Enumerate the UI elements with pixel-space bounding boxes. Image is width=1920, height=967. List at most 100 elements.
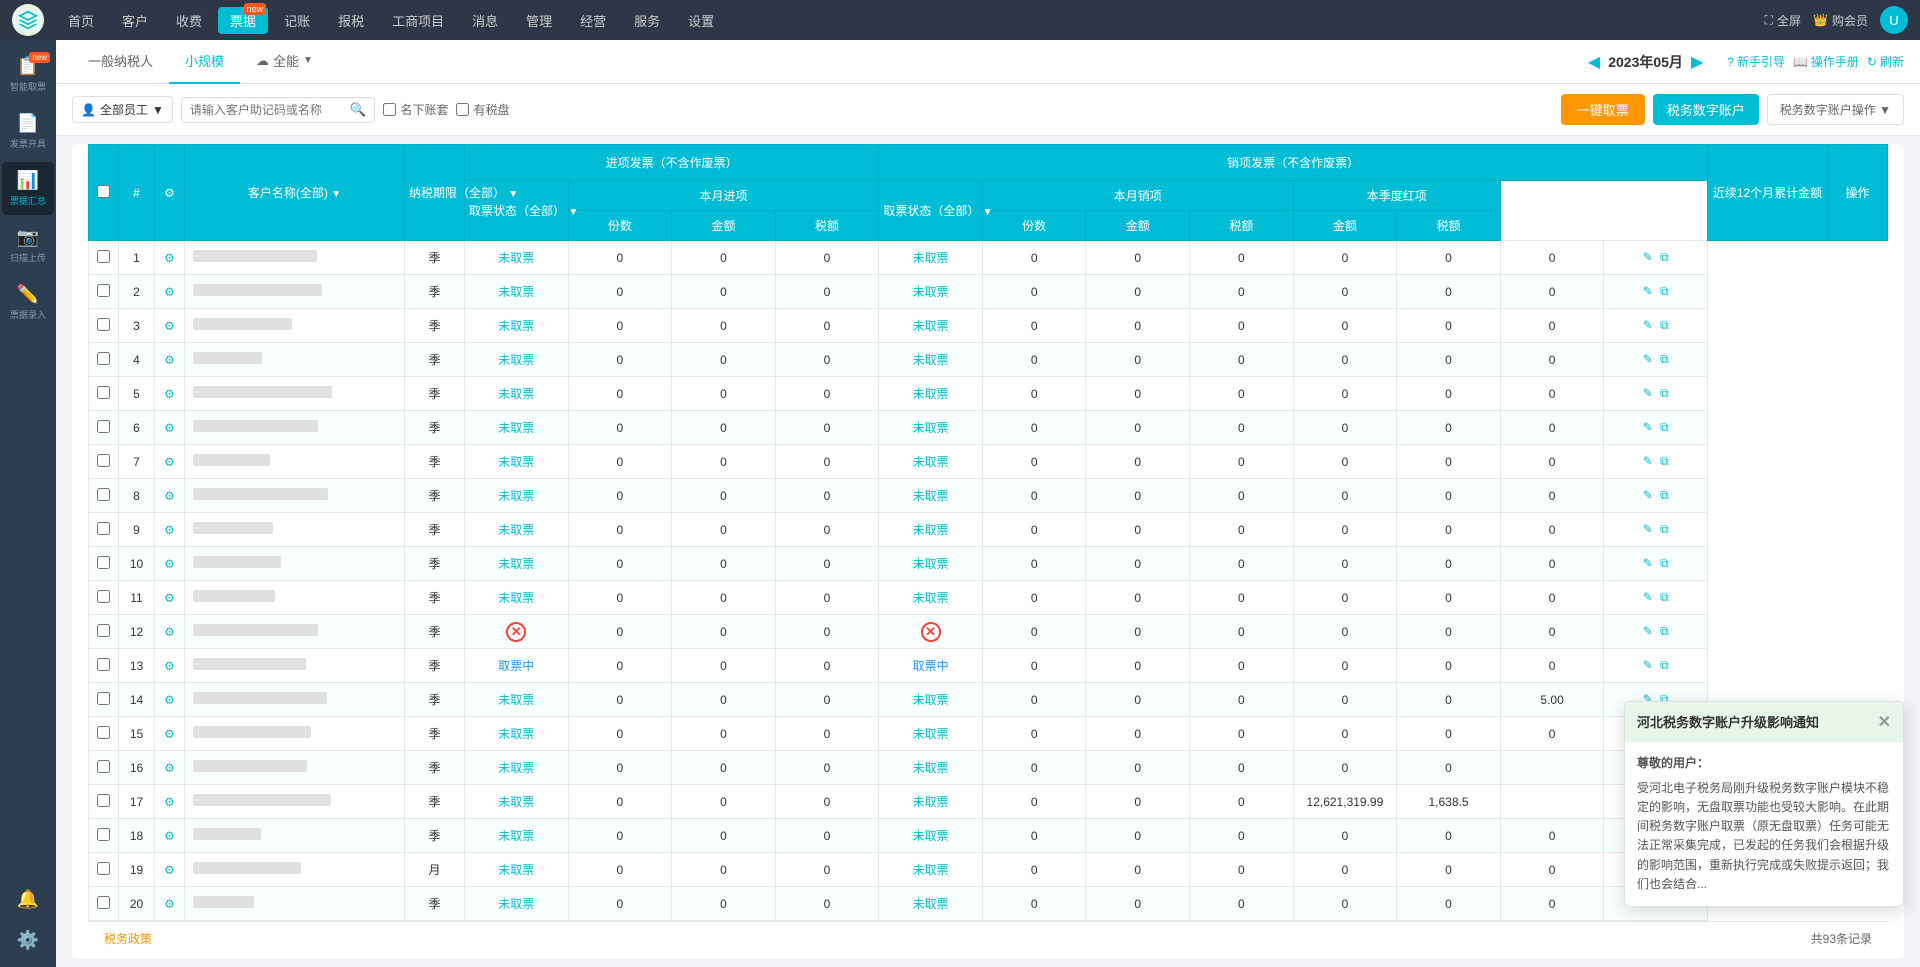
notification-close-btn[interactable]: ✕ <box>1878 712 1891 732</box>
copy-btn[interactable]: ⧉ <box>1660 318 1669 332</box>
tax-policy-link[interactable]: 税务政策 <box>104 930 152 947</box>
row-settings-icon[interactable]: ⚙ <box>155 275 185 309</box>
copy-btn[interactable]: ⧉ <box>1660 454 1669 468</box>
tab-small-scale[interactable]: 小规模 <box>169 40 240 84</box>
row-checkbox[interactable] <box>97 590 110 603</box>
copy-btn[interactable]: ⧉ <box>1660 420 1669 434</box>
copy-btn[interactable]: ⧉ <box>1660 624 1669 638</box>
fullscreen-btn[interactable]: ⛶ 全屏 <box>1765 12 1801 29</box>
row-checkbox[interactable] <box>97 318 110 331</box>
row-checkbox[interactable] <box>97 658 110 671</box>
row-checkbox[interactable] <box>97 624 110 637</box>
row-settings-icon[interactable]: ⚙ <box>155 479 185 513</box>
edit-btn[interactable]: ✎ <box>1643 658 1653 672</box>
copy-btn[interactable]: ⧉ <box>1660 352 1669 366</box>
row-settings-icon[interactable]: ⚙ <box>155 785 185 819</box>
edit-btn[interactable]: ✎ <box>1643 420 1653 434</box>
checkbox-sub-account[interactable]: 名下账套 <box>383 101 448 118</box>
row-checkbox[interactable] <box>97 794 110 807</box>
row-settings-icon[interactable]: ⚙ <box>155 377 185 411</box>
staff-select[interactable]: 👤 全部员工 ▼ <box>72 96 173 123</box>
tax-digital-ops-btn[interactable]: 税务数字账户操作 ▼ <box>1767 94 1904 125</box>
row-checkbox[interactable] <box>97 726 110 739</box>
sidebar-item-settings[interactable]: ⚙️ <box>2 922 54 959</box>
nav-item-settings[interactable]: 设置 <box>676 7 726 34</box>
sidebar-item-invoice-issue[interactable]: 📄 发票开具 <box>2 105 54 158</box>
search-btn[interactable]: 🔍 <box>350 102 367 118</box>
edit-btn[interactable]: ✎ <box>1643 556 1653 570</box>
row-checkbox[interactable] <box>97 862 110 875</box>
tab-general-taxpayer[interactable]: 一般纳税人 <box>72 40 169 84</box>
nav-item-manage[interactable]: 管理 <box>514 7 564 34</box>
edit-btn[interactable]: ✎ <box>1643 454 1653 468</box>
avatar[interactable]: U <box>1880 6 1908 34</box>
tab-all-in-one[interactable]: ☁ 全能 ▼ <box>240 40 329 84</box>
copy-btn[interactable]: ⧉ <box>1660 658 1669 672</box>
checkbox-tax-disk-input[interactable] <box>456 103 469 116</box>
col-period[interactable]: 纳税期限（全部） ▼ <box>405 145 465 241</box>
row-settings-icon[interactable]: ⚙ <box>155 343 185 377</box>
nav-item-business[interactable]: 工商项目 <box>380 7 456 34</box>
row-settings-icon[interactable]: ⚙ <box>155 717 185 751</box>
edit-btn[interactable]: ✎ <box>1643 352 1653 366</box>
sidebar-item-invoice-summary[interactable]: 📊 票据汇总 <box>2 162 54 215</box>
row-checkbox[interactable] <box>97 556 110 569</box>
row-checkbox[interactable] <box>97 760 110 773</box>
row-settings-icon[interactable]: ⚙ <box>155 241 185 275</box>
checkbox-tax-disk[interactable]: 有税盘 <box>456 101 509 118</box>
nav-item-message[interactable]: 消息 <box>460 7 510 34</box>
row-checkbox[interactable] <box>97 454 110 467</box>
row-checkbox[interactable] <box>97 896 110 909</box>
sidebar-item-smart-ticket[interactable]: 📋 智能取票 new <box>2 48 54 101</box>
copy-btn[interactable]: ⧉ <box>1660 284 1669 298</box>
row-settings-icon[interactable]: ⚙ <box>155 581 185 615</box>
row-settings-icon[interactable]: ⚙ <box>155 445 185 479</box>
copy-btn[interactable]: ⧉ <box>1660 556 1669 570</box>
edit-btn[interactable]: ✎ <box>1643 284 1653 298</box>
copy-btn[interactable]: ⧉ <box>1660 386 1669 400</box>
prev-month-btn[interactable]: ◀ <box>1588 52 1600 72</box>
nav-item-accounting[interactable]: 记账 <box>272 7 322 34</box>
edit-btn[interactable]: ✎ <box>1643 488 1653 502</box>
row-checkbox[interactable] <box>97 284 110 297</box>
copy-btn[interactable]: ⧉ <box>1660 250 1669 264</box>
copy-btn[interactable]: ⧉ <box>1660 522 1669 536</box>
nav-item-operation[interactable]: 经营 <box>568 7 618 34</box>
refresh-btn[interactable]: ↻ 刷新 <box>1867 53 1904 70</box>
row-settings-icon[interactable]: ⚙ <box>155 547 185 581</box>
checkbox-sub-account-input[interactable] <box>383 103 396 116</box>
select-all-checkbox[interactable] <box>97 185 110 198</box>
manual-btn[interactable]: 📖 操作手册 <box>1793 53 1859 70</box>
row-checkbox[interactable] <box>97 692 110 705</box>
edit-btn[interactable]: ✎ <box>1643 522 1653 536</box>
sidebar-item-invoice-entry[interactable]: ✏️ 票据录入 <box>2 276 54 329</box>
row-checkbox[interactable] <box>97 420 110 433</box>
row-checkbox[interactable] <box>97 250 110 263</box>
nav-item-invoice[interactable]: 票据 new <box>218 7 268 34</box>
sidebar-item-scan-upload[interactable]: 📷 扫描上传 <box>2 219 54 272</box>
row-checkbox[interactable] <box>97 522 110 535</box>
edit-btn[interactable]: ✎ <box>1643 250 1653 264</box>
row-settings-icon[interactable]: ⚙ <box>155 887 185 921</box>
row-checkbox[interactable] <box>97 828 110 841</box>
new-guide-btn[interactable]: ? 新手引导 <box>1727 53 1785 70</box>
col-output-fetch-status[interactable]: 取票状态（全部） ▼ <box>879 181 983 241</box>
search-input[interactable] <box>190 103 350 117</box>
col-customer-name[interactable]: 客户名称(全部) ▼ <box>185 145 405 241</box>
tax-digital-btn[interactable]: 税务数字账户 <box>1653 94 1759 125</box>
row-checkbox[interactable] <box>97 352 110 365</box>
row-settings-icon[interactable]: ⚙ <box>155 615 185 649</box>
row-settings-icon[interactable]: ⚙ <box>155 819 185 853</box>
row-settings-icon[interactable]: ⚙ <box>155 411 185 445</box>
row-checkbox[interactable] <box>97 386 110 399</box>
nav-item-service[interactable]: 服务 <box>622 7 672 34</box>
sidebar-item-notification[interactable]: 🔔 <box>2 881 54 918</box>
row-checkbox[interactable] <box>97 488 110 501</box>
nav-item-home[interactable]: 首页 <box>56 7 106 34</box>
nav-item-tax[interactable]: 报税 <box>326 7 376 34</box>
edit-btn[interactable]: ✎ <box>1643 624 1653 638</box>
row-settings-icon[interactable]: ⚙ <box>155 309 185 343</box>
nav-item-billing[interactable]: 收费 <box>164 7 214 34</box>
row-settings-icon[interactable]: ⚙ <box>155 751 185 785</box>
edit-btn[interactable]: ✎ <box>1643 386 1653 400</box>
